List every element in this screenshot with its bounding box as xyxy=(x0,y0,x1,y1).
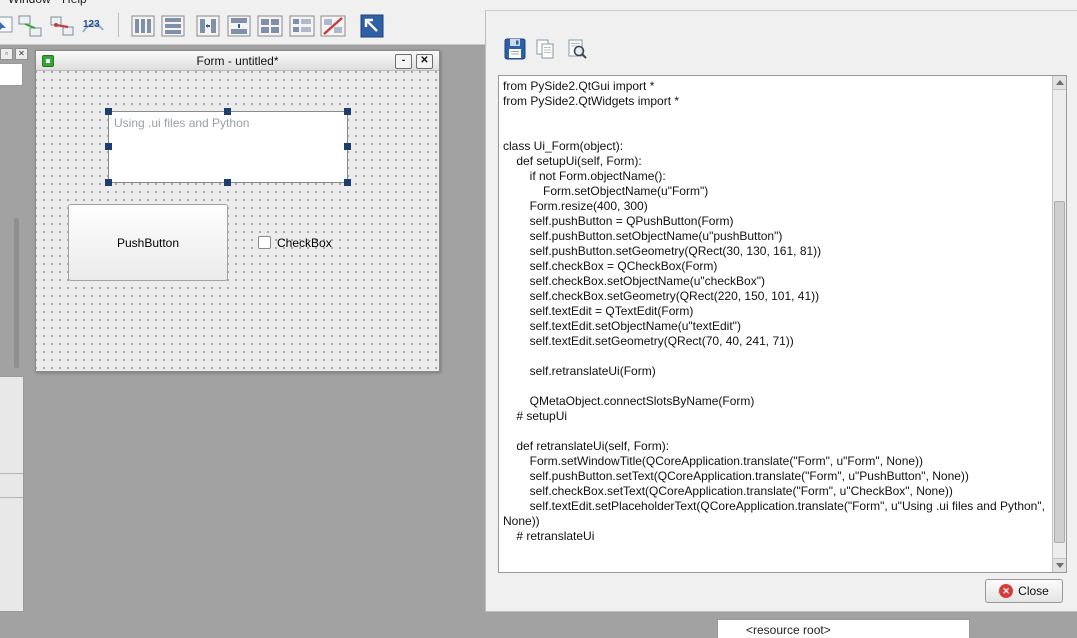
layout-form-icon[interactable] xyxy=(289,13,315,39)
dock-divider xyxy=(0,473,23,474)
selection-handle-mid-right[interactable] xyxy=(344,143,351,150)
layout-vertical-icon[interactable] xyxy=(160,13,186,39)
save-icon[interactable] xyxy=(504,38,528,62)
menu-window[interactable]: Window xyxy=(8,0,51,6)
edit-widgets-icon[interactable] xyxy=(0,13,17,39)
menu-help[interactable]: Help xyxy=(62,0,87,6)
dock-float-button[interactable]: ▫ xyxy=(0,48,13,60)
edit-tab-order-icon[interactable]: 123 xyxy=(80,13,106,39)
scrollbar-down-arrow[interactable] xyxy=(1053,558,1066,572)
qt-designer-screen: Window Help 123 xyxy=(0,0,1077,638)
form-editor-window: Form - untitled* - ✕ Using .ui files and… xyxy=(35,50,440,372)
edit-signals-slots-icon[interactable] xyxy=(17,13,43,39)
code-content: from PySide2.QtGui import * from PySide2… xyxy=(503,79,1049,544)
menubar: Window Help xyxy=(0,0,480,6)
resource-browser-fragment: <resource root> xyxy=(717,619,970,638)
layout-horizontal-icon[interactable] xyxy=(130,13,156,39)
close-button-label: Close xyxy=(1018,584,1049,598)
break-layout-icon[interactable] xyxy=(320,13,346,39)
form-close-button[interactable]: ✕ xyxy=(416,54,433,69)
form-titlebar[interactable]: Form - untitled* xyxy=(36,51,439,71)
checkbox-widget[interactable]: CheckBox xyxy=(258,235,332,250)
layout-horizontal-splitter-icon[interactable] xyxy=(195,13,221,39)
pushbutton-widget[interactable]: PushButton xyxy=(68,204,228,281)
textedit-placeholder: Using .ui files and Python xyxy=(114,116,249,130)
code-preview-dialog: from PySide2.QtGui import * from PySide2… xyxy=(485,10,1077,612)
form-window-title: Form - untitled* xyxy=(36,54,439,68)
find-icon[interactable] xyxy=(566,38,590,62)
svg-text:123: 123 xyxy=(83,19,100,30)
layout-grid-icon[interactable] xyxy=(257,13,283,39)
form-minimize-button[interactable]: - xyxy=(395,54,412,69)
form-icon xyxy=(42,55,54,67)
copy-icon[interactable] xyxy=(534,38,558,62)
selection-handle-bottom-mid[interactable] xyxy=(224,179,231,186)
adjust-size-icon[interactable] xyxy=(359,13,385,39)
resource-root-item[interactable]: <resource root> xyxy=(746,623,831,637)
form-canvas[interactable]: Using .ui files and Python PushButton Ch… xyxy=(36,71,439,371)
checkbox-box[interactable] xyxy=(258,236,271,249)
close-circle-icon: ✕ xyxy=(999,584,1013,598)
code-scrollbar[interactable] xyxy=(1052,76,1066,572)
textedit-widget[interactable]: Using .ui files and Python xyxy=(108,111,348,183)
selection-handle-top-right[interactable] xyxy=(344,108,351,115)
pushbutton-label: PushButton xyxy=(117,236,179,250)
widgetbox-scrollbar[interactable] xyxy=(14,218,19,368)
selection-handle-bottom-left[interactable] xyxy=(105,179,112,186)
selection-handle-top-mid[interactable] xyxy=(224,108,231,115)
selection-handle-mid-left[interactable] xyxy=(105,143,112,150)
dock-close-button[interactable]: ✕ xyxy=(15,48,28,60)
widgetbox-filter-input[interactable] xyxy=(0,63,23,86)
selection-handle-bottom-right[interactable] xyxy=(344,179,351,186)
dock-divider xyxy=(0,497,23,498)
scrollbar-up-arrow[interactable] xyxy=(1053,76,1066,90)
edit-buddies-icon[interactable] xyxy=(49,13,75,39)
toolbar-separator xyxy=(118,13,119,37)
code-frame: from PySide2.QtGui import * from PySide2… xyxy=(498,75,1067,573)
checkbox-label: CheckBox xyxy=(277,236,332,250)
selection-handle-top-left[interactable] xyxy=(105,108,112,115)
code-textarea[interactable]: from PySide2.QtGui import * from PySide2… xyxy=(499,76,1053,572)
layout-vertical-splitter-icon[interactable] xyxy=(226,13,252,39)
close-button[interactable]: ✕ Close xyxy=(985,579,1063,603)
left-dock-panel-fragment xyxy=(0,376,24,612)
scrollbar-thumb[interactable] xyxy=(1054,201,1065,543)
